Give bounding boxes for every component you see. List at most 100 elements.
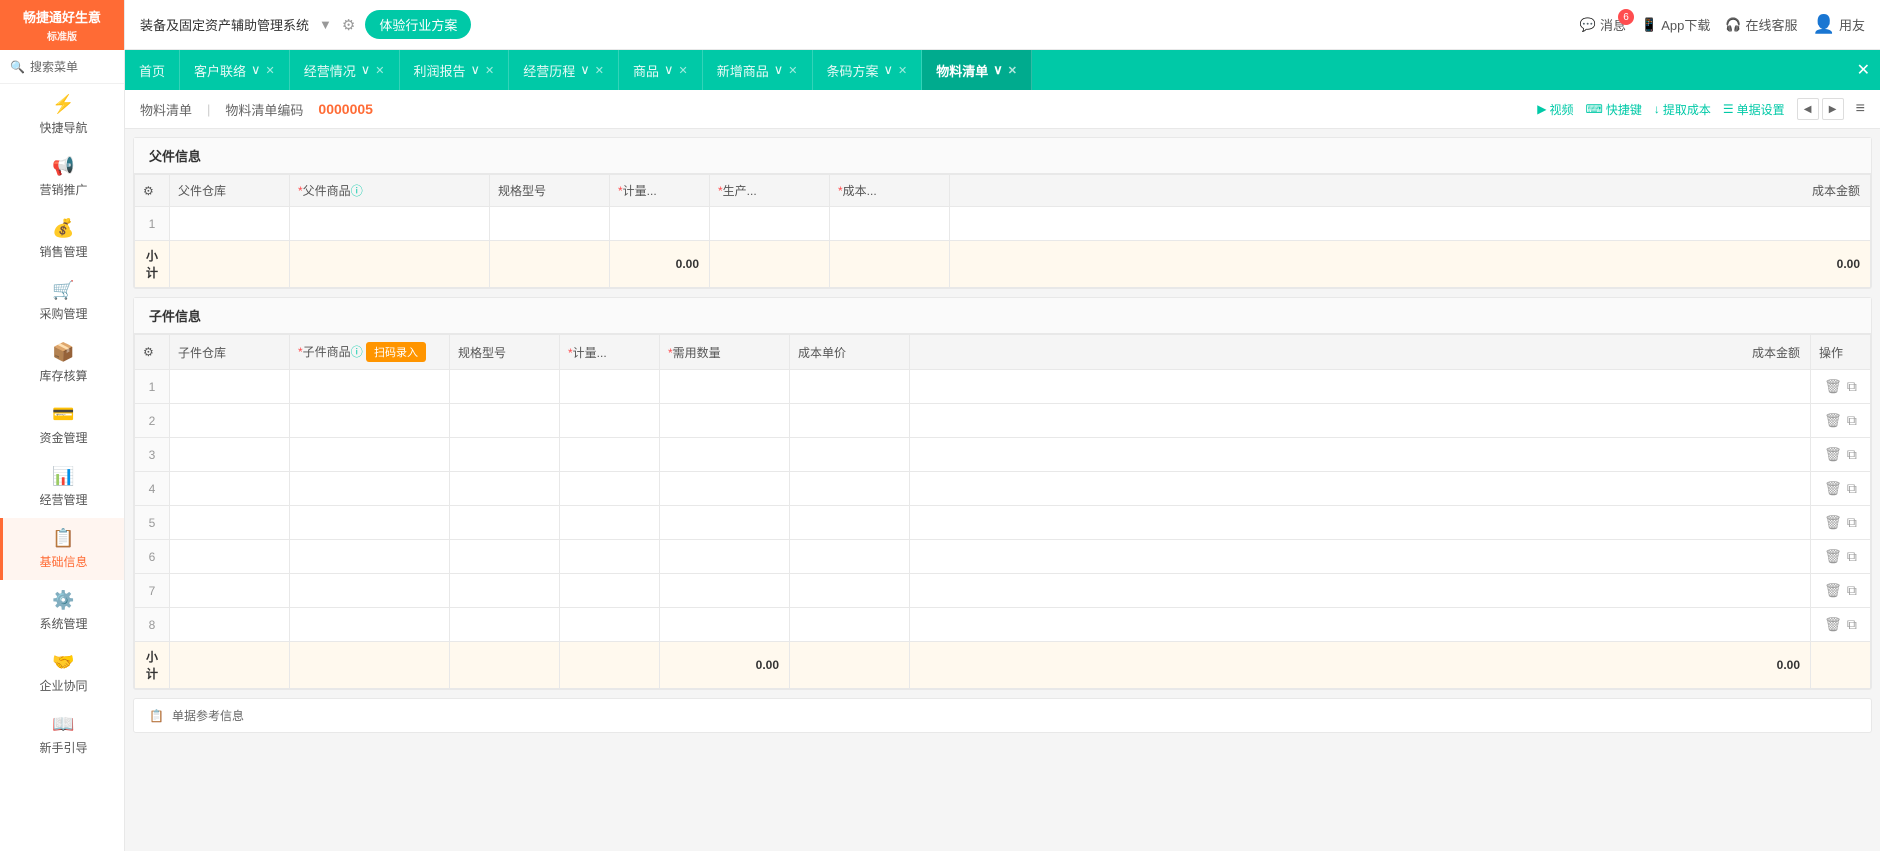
child-goods-1[interactable]	[290, 370, 450, 404]
child-spec-2[interactable]	[450, 404, 560, 438]
sidebar-item-basic-info[interactable]: 📋 基础信息	[0, 518, 124, 580]
tab-goods[interactable]: 商品 ∨ ✕	[619, 50, 703, 90]
child-unit-8[interactable]	[560, 608, 660, 642]
sidebar-item-marketing[interactable]: 📢 营销推广	[0, 146, 124, 208]
tab-barcode[interactable]: 条码方案 ∨ ✕	[813, 50, 923, 90]
parent-warehouse-cell[interactable]	[170, 207, 290, 241]
tab-customer-close[interactable]: ✕	[266, 64, 275, 77]
copy-row-3-btn[interactable]: ⧉	[1847, 446, 1857, 463]
copy-row-2-btn[interactable]: ⧉	[1847, 412, 1857, 429]
child-qty-8[interactable]	[660, 608, 790, 642]
child-unit-5[interactable]	[560, 506, 660, 540]
child-spec-3[interactable]	[450, 438, 560, 472]
copy-row-8-btn[interactable]: ⧉	[1847, 616, 1857, 633]
child-unit-1[interactable]	[560, 370, 660, 404]
nav-prev-btn[interactable]: ◀	[1797, 98, 1819, 120]
child-spec-4[interactable]	[450, 472, 560, 506]
child-gear-icon[interactable]: ⚙	[143, 345, 154, 359]
copy-row-5-btn[interactable]: ⧉	[1847, 514, 1857, 531]
child-qty-2[interactable]	[660, 404, 790, 438]
child-unit-cost-4[interactable]	[790, 472, 910, 506]
view-action[interactable]: ▶ 视频	[1537, 101, 1573, 118]
sidebar-item-sales[interactable]: 💰 销售管理	[0, 208, 124, 270]
online-service-btn[interactable]: 🎧 在线客服	[1725, 15, 1797, 34]
child-col-settings[interactable]: ⚙	[135, 335, 170, 370]
user-btn[interactable]: 👤 用友	[1813, 14, 1865, 35]
delete-row-7-btn[interactable]: 🗑	[1824, 582, 1842, 599]
child-warehouse-2[interactable]	[170, 404, 290, 438]
tab-bom-close[interactable]: ✕	[1008, 64, 1017, 77]
app-download-btn[interactable]: 📱 App下载	[1641, 15, 1710, 34]
child-spec-6[interactable]	[450, 540, 560, 574]
gear-settings-icon[interactable]: ⚙	[143, 184, 154, 198]
dropdown-arrow-icon[interactable]: ▼	[319, 17, 332, 32]
child-goods-6[interactable]	[290, 540, 450, 574]
tab-history-close[interactable]: ✕	[595, 64, 604, 77]
child-warehouse-5[interactable]	[170, 506, 290, 540]
list-view-icon[interactable]: ≡	[1856, 100, 1865, 118]
parent-col-settings[interactable]: ⚙	[135, 175, 170, 207]
child-qty-7[interactable]	[660, 574, 790, 608]
copy-row-7-btn[interactable]: ⧉	[1847, 582, 1857, 599]
child-qty-5[interactable]	[660, 506, 790, 540]
child-warehouse-3[interactable]	[170, 438, 290, 472]
parent-cost-cell[interactable]	[830, 207, 950, 241]
child-unit-cost-1[interactable]	[790, 370, 910, 404]
child-goods-7[interactable]	[290, 574, 450, 608]
sidebar-item-finance[interactable]: 💳 资金管理	[0, 394, 124, 456]
sidebar-item-operations[interactable]: 📊 经营管理	[0, 456, 124, 518]
trial-btn[interactable]: 体验行业方案	[365, 10, 471, 39]
child-spec-1[interactable]	[450, 370, 560, 404]
child-unit-2[interactable]	[560, 404, 660, 438]
child-unit-cost-8[interactable]	[790, 608, 910, 642]
settings-gear-icon[interactable]: ⚙	[342, 16, 355, 34]
delete-row-1-btn[interactable]: 🗑	[1824, 378, 1842, 395]
child-unit-6[interactable]	[560, 540, 660, 574]
delete-row-2-btn[interactable]: 🗑	[1824, 412, 1842, 429]
delete-row-8-btn[interactable]: 🗑	[1824, 616, 1842, 633]
parent-spec-cell[interactable]	[490, 207, 610, 241]
child-spec-7[interactable]	[450, 574, 560, 608]
sidebar-item-search[interactable]: 🔍 搜索菜单	[0, 50, 124, 84]
tab-barcode-close[interactable]: ✕	[898, 64, 907, 77]
child-unit-cost-3[interactable]	[790, 438, 910, 472]
delete-row-4-btn[interactable]: 🗑	[1824, 480, 1842, 497]
tab-profit[interactable]: 利润报告 ∨ ✕	[400, 50, 510, 90]
delete-row-3-btn[interactable]: 🗑	[1824, 446, 1842, 463]
single-settings-action[interactable]: ☰ 单据设置	[1723, 101, 1785, 118]
message-btn[interactable]: 💬 消息 6	[1580, 15, 1626, 34]
sidebar-item-system[interactable]: ⚙️ 系统管理	[0, 580, 124, 642]
child-unit-cost-7[interactable]	[790, 574, 910, 608]
tab-home[interactable]: 首页	[125, 50, 180, 90]
tab-add-goods-close[interactable]: ✕	[788, 64, 797, 77]
child-qty-3[interactable]	[660, 438, 790, 472]
child-qty-1[interactable]	[660, 370, 790, 404]
child-unit-3[interactable]	[560, 438, 660, 472]
parent-production-cell[interactable]	[710, 207, 830, 241]
parent-unit-cell[interactable]	[610, 207, 710, 241]
child-warehouse-6[interactable]	[170, 540, 290, 574]
child-goods-2[interactable]	[290, 404, 450, 438]
child-unit-cost-2[interactable]	[790, 404, 910, 438]
sidebar-item-enterprise[interactable]: 🤝 企业协同	[0, 642, 124, 704]
breadcrumb-bom-list[interactable]: 物料清单	[140, 100, 192, 119]
sidebar-item-purchase[interactable]: 🛒 采购管理	[0, 270, 124, 332]
child-goods-8[interactable]	[290, 608, 450, 642]
delete-row-6-btn[interactable]: 🗑	[1824, 548, 1842, 565]
tab-customer[interactable]: 客户联络 ∨ ✕	[180, 50, 290, 90]
child-qty-4[interactable]	[660, 472, 790, 506]
child-warehouse-4[interactable]	[170, 472, 290, 506]
copy-row-6-btn[interactable]: ⧉	[1847, 548, 1857, 565]
tab-goods-close[interactable]: ✕	[679, 64, 688, 77]
tab-profit-close[interactable]: ✕	[485, 64, 494, 77]
child-spec-8[interactable]	[450, 608, 560, 642]
child-unit-cost-6[interactable]	[790, 540, 910, 574]
scan-input-btn[interactable]: 扫码录入	[366, 342, 426, 362]
child-unit-7[interactable]	[560, 574, 660, 608]
child-unit-cost-5[interactable]	[790, 506, 910, 540]
child-warehouse-7[interactable]	[170, 574, 290, 608]
parent-goods-cell[interactable]	[290, 207, 490, 241]
child-warehouse-1[interactable]	[170, 370, 290, 404]
child-goods-4[interactable]	[290, 472, 450, 506]
child-unit-4[interactable]	[560, 472, 660, 506]
